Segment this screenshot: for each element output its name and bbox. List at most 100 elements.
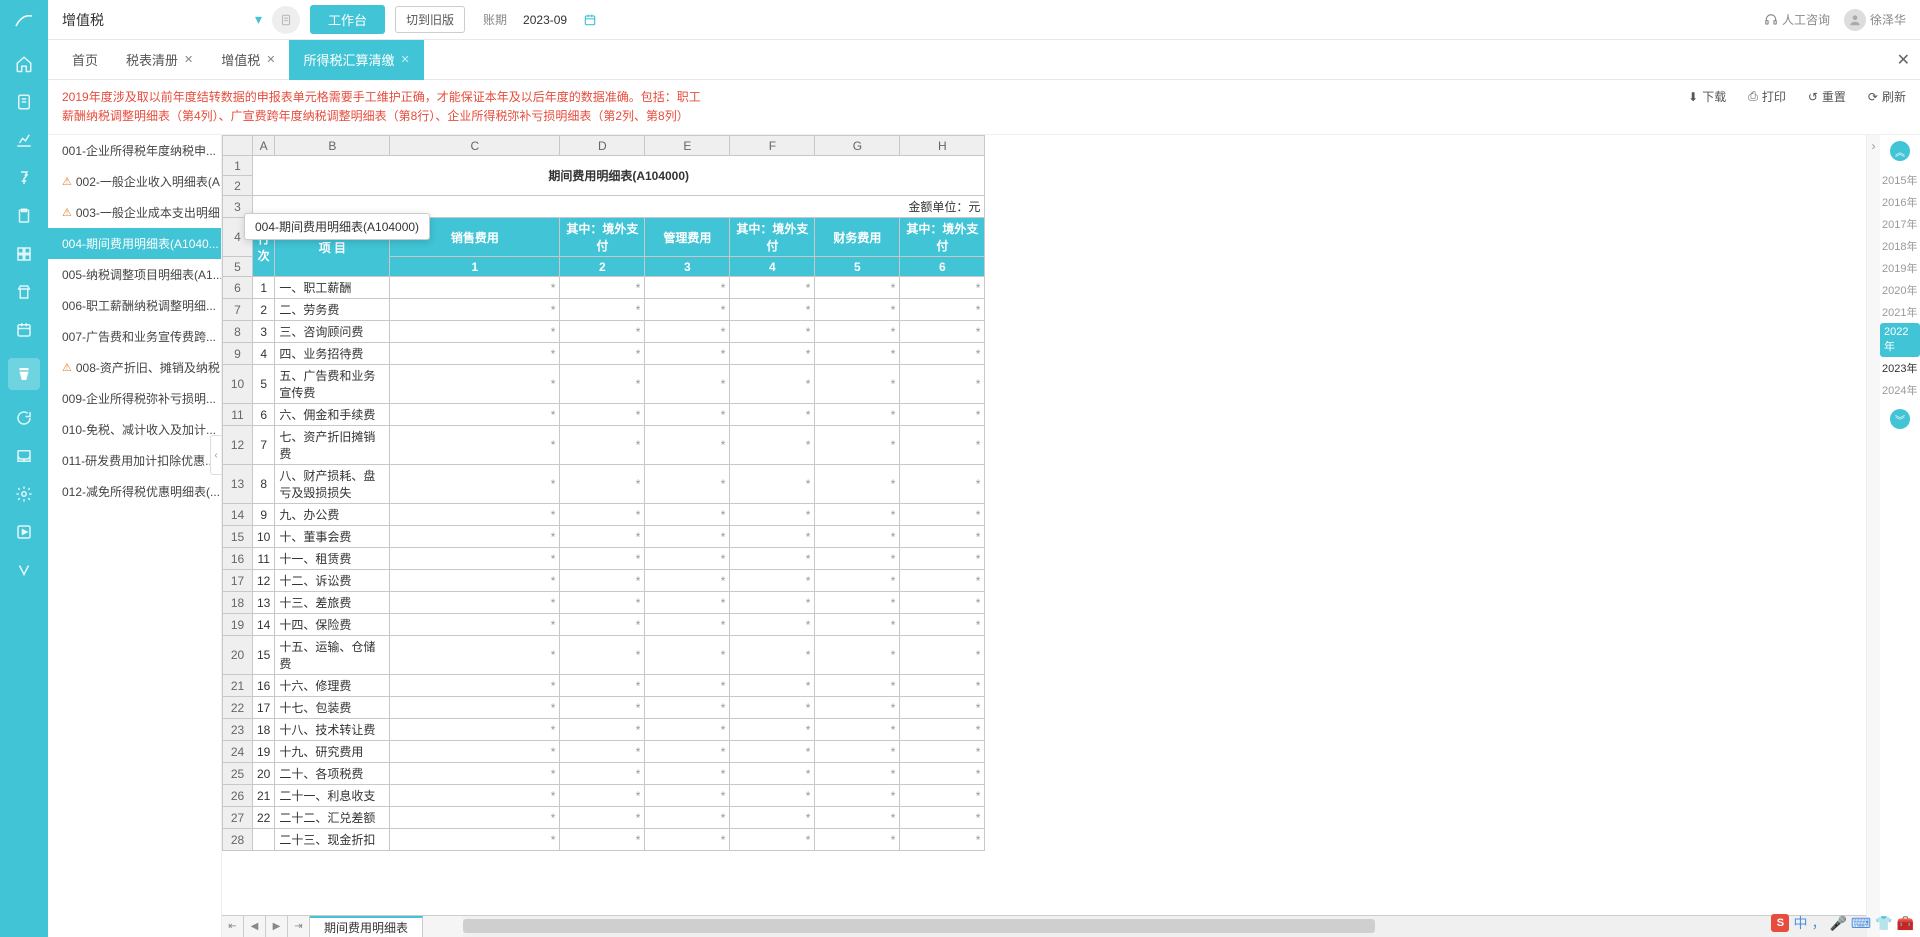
cell[interactable]: * — [815, 829, 900, 851]
cell[interactable]: * — [560, 719, 645, 741]
cell[interactable]: * — [815, 636, 900, 675]
cell[interactable]: * — [560, 526, 645, 548]
cell[interactable]: * — [390, 741, 560, 763]
year-2015年[interactable]: 2015年 — [1880, 169, 1920, 191]
form-item-3[interactable]: 004-期间费用明细表(A1040... — [48, 228, 221, 259]
ime-tool-icon[interactable]: 🧰 — [1897, 915, 1914, 932]
cell[interactable]: * — [900, 697, 985, 719]
cell[interactable]: * — [645, 675, 730, 697]
cell[interactable]: * — [645, 504, 730, 526]
cell[interactable]: * — [730, 526, 815, 548]
cell[interactable]: * — [645, 465, 730, 504]
form-item-7[interactable]: ⚠008-资产折旧、摊销及纳税... — [48, 352, 221, 383]
nav-settings-icon[interactable] — [14, 484, 34, 504]
tab-2[interactable]: 增值税✕ — [207, 40, 289, 80]
form-item-11[interactable]: 012-减免所得税优惠明细表(... — [48, 476, 221, 507]
year-2017年[interactable]: 2017年 — [1880, 213, 1920, 235]
cell[interactable]: * — [560, 829, 645, 851]
cell[interactable]: * — [560, 636, 645, 675]
cell[interactable]: * — [730, 741, 815, 763]
year-2023年[interactable]: 2023年 — [1880, 357, 1920, 379]
cell[interactable]: * — [815, 343, 900, 365]
close-all-tabs-icon[interactable]: ✕ — [1897, 50, 1910, 70]
nav-inbox-icon[interactable] — [14, 446, 34, 466]
cell[interactable]: * — [730, 829, 815, 851]
cell[interactable]: * — [815, 697, 900, 719]
cell[interactable]: * — [390, 465, 560, 504]
cell[interactable]: * — [645, 763, 730, 785]
year-2018年[interactable]: 2018年 — [1880, 235, 1920, 257]
cell[interactable]: * — [730, 299, 815, 321]
cell[interactable]: * — [900, 343, 985, 365]
cell[interactable]: * — [645, 614, 730, 636]
cell[interactable]: * — [560, 426, 645, 465]
sheet-nav-prev[interactable]: ◀ — [244, 916, 266, 937]
cell[interactable]: * — [730, 570, 815, 592]
cell[interactable]: * — [815, 426, 900, 465]
switch-old-button[interactable]: 切到旧版 — [395, 6, 465, 33]
cell[interactable]: * — [900, 807, 985, 829]
download-button[interactable]: ⬇下载 — [1688, 88, 1726, 105]
cell[interactable]: * — [815, 404, 900, 426]
cell[interactable]: * — [645, 570, 730, 592]
cell[interactable]: * — [900, 299, 985, 321]
cell[interactable]: * — [730, 675, 815, 697]
cell[interactable]: * — [390, 299, 560, 321]
cell[interactable]: * — [645, 426, 730, 465]
cell[interactable]: * — [900, 548, 985, 570]
cell[interactable]: * — [815, 675, 900, 697]
cell[interactable]: * — [645, 299, 730, 321]
ime-lang[interactable]: 中 — [1793, 913, 1807, 933]
cell[interactable]: * — [645, 697, 730, 719]
spreadsheet[interactable]: ABCDEFGH 1期间费用明细表(A104000) 2 3金额单位：元 4 行… — [222, 135, 1866, 915]
cell[interactable]: * — [730, 785, 815, 807]
cell[interactable]: * — [815, 807, 900, 829]
year-down-button[interactable]: ︾ — [1890, 409, 1910, 429]
nav-home-icon[interactable] — [14, 54, 34, 74]
cell[interactable]: * — [900, 277, 985, 299]
sheet-nav-first[interactable]: ⇤ — [222, 916, 244, 937]
cell[interactable]: * — [560, 465, 645, 504]
cell[interactable]: * — [390, 426, 560, 465]
cell[interactable]: * — [815, 299, 900, 321]
cell[interactable]: * — [390, 343, 560, 365]
horizontal-scrollbar[interactable] — [463, 916, 1866, 937]
cell[interactable]: * — [900, 465, 985, 504]
nav-money-icon[interactable] — [14, 168, 34, 188]
form-item-10[interactable]: 011-研发费用加计扣除优惠... — [48, 445, 221, 476]
cell[interactable]: * — [390, 807, 560, 829]
cell[interactable]: * — [645, 741, 730, 763]
year-2019年[interactable]: 2019年 — [1880, 257, 1920, 279]
cell[interactable]: * — [900, 675, 985, 697]
nav-grid-icon[interactable] — [14, 244, 34, 264]
round-doc-button[interactable] — [272, 6, 300, 34]
calendar-icon[interactable] — [583, 13, 597, 27]
cell[interactable]: * — [645, 404, 730, 426]
cell[interactable]: * — [900, 829, 985, 851]
cell[interactable]: * — [390, 548, 560, 570]
cell[interactable]: * — [815, 592, 900, 614]
cell[interactable]: * — [390, 592, 560, 614]
cell[interactable]: * — [390, 697, 560, 719]
cell[interactable]: * — [815, 548, 900, 570]
cell[interactable]: * — [900, 785, 985, 807]
tab-1[interactable]: 税表清册✕ — [112, 40, 207, 80]
cell[interactable]: * — [390, 614, 560, 636]
cell[interactable]: * — [815, 365, 900, 404]
cell[interactable]: * — [900, 365, 985, 404]
cell[interactable]: * — [730, 465, 815, 504]
cell[interactable]: * — [730, 636, 815, 675]
cell[interactable]: * — [730, 763, 815, 785]
cell[interactable]: * — [645, 785, 730, 807]
cell[interactable]: * — [730, 697, 815, 719]
cell[interactable]: * — [815, 763, 900, 785]
year-2022年[interactable]: 2022年 — [1880, 323, 1920, 357]
refresh-button[interactable]: ⟳刷新 — [1868, 88, 1906, 105]
cell[interactable]: * — [815, 321, 900, 343]
close-icon[interactable]: ✕ — [401, 53, 410, 66]
cell[interactable]: * — [560, 785, 645, 807]
cell[interactable]: * — [900, 404, 985, 426]
cell[interactable]: * — [560, 807, 645, 829]
cell[interactable]: * — [645, 526, 730, 548]
cell[interactable]: * — [645, 277, 730, 299]
